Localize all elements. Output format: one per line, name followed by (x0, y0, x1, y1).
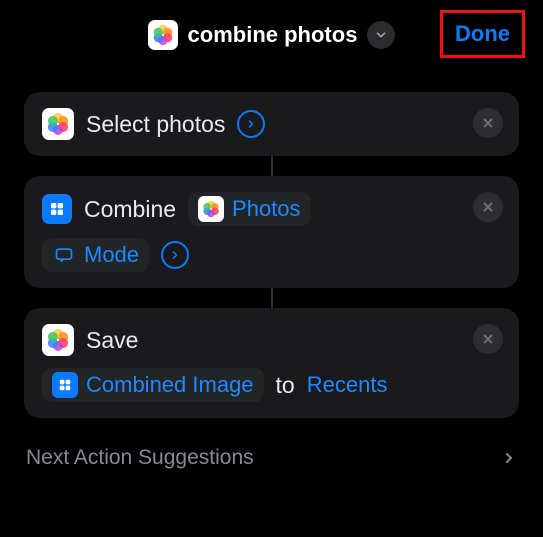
header-title-group[interactable]: combine photos (148, 20, 396, 50)
destination-value[interactable]: Recents (307, 372, 388, 398)
shortcuts-app-icon (52, 372, 78, 398)
editor-header: combine photos Done (0, 0, 543, 70)
variable-pill-photos[interactable]: Photos (188, 192, 311, 226)
expand-icon[interactable] (237, 110, 265, 138)
variable-name: Photos (232, 196, 301, 222)
shortcuts-app-icon (42, 194, 72, 224)
done-button[interactable]: Done (455, 21, 510, 46)
photos-app-icon (148, 20, 178, 50)
delete-action-button[interactable] (473, 324, 503, 354)
chevron-right-icon (501, 450, 517, 466)
delete-action-button[interactable] (473, 192, 503, 222)
photos-app-icon (42, 324, 74, 356)
action-label: Combine (84, 196, 176, 223)
action-card-select-photos[interactable]: Select photos (24, 92, 519, 156)
shortcut-title: combine photos (188, 22, 358, 48)
option-label: Mode (84, 242, 139, 268)
photos-app-icon (198, 196, 224, 222)
title-chevron-down-icon[interactable] (367, 21, 395, 49)
action-label: Select photos (86, 111, 225, 138)
delete-action-button[interactable] (473, 108, 503, 138)
actions-list: Select photos Combine (0, 70, 543, 418)
photos-app-icon (42, 108, 74, 140)
suggestions-label: Next Action Suggestions (26, 446, 254, 470)
option-pill-mode[interactable]: Mode (42, 238, 149, 272)
variable-name: Combined Image (86, 372, 254, 398)
expand-icon[interactable] (161, 241, 189, 269)
join-word: to (276, 372, 295, 399)
action-label: Save (86, 327, 138, 354)
next-action-suggestions-row[interactable]: Next Action Suggestions (0, 418, 543, 470)
variable-pill-combined-image[interactable]: Combined Image (42, 368, 264, 402)
action-card-combine[interactable]: Combine Photos (24, 176, 519, 288)
done-button-highlight: Done (440, 10, 525, 58)
action-connector (271, 288, 273, 308)
action-connector (271, 156, 273, 176)
action-card-save[interactable]: Save Combined Image to Recents (24, 308, 519, 418)
message-icon (52, 243, 76, 267)
